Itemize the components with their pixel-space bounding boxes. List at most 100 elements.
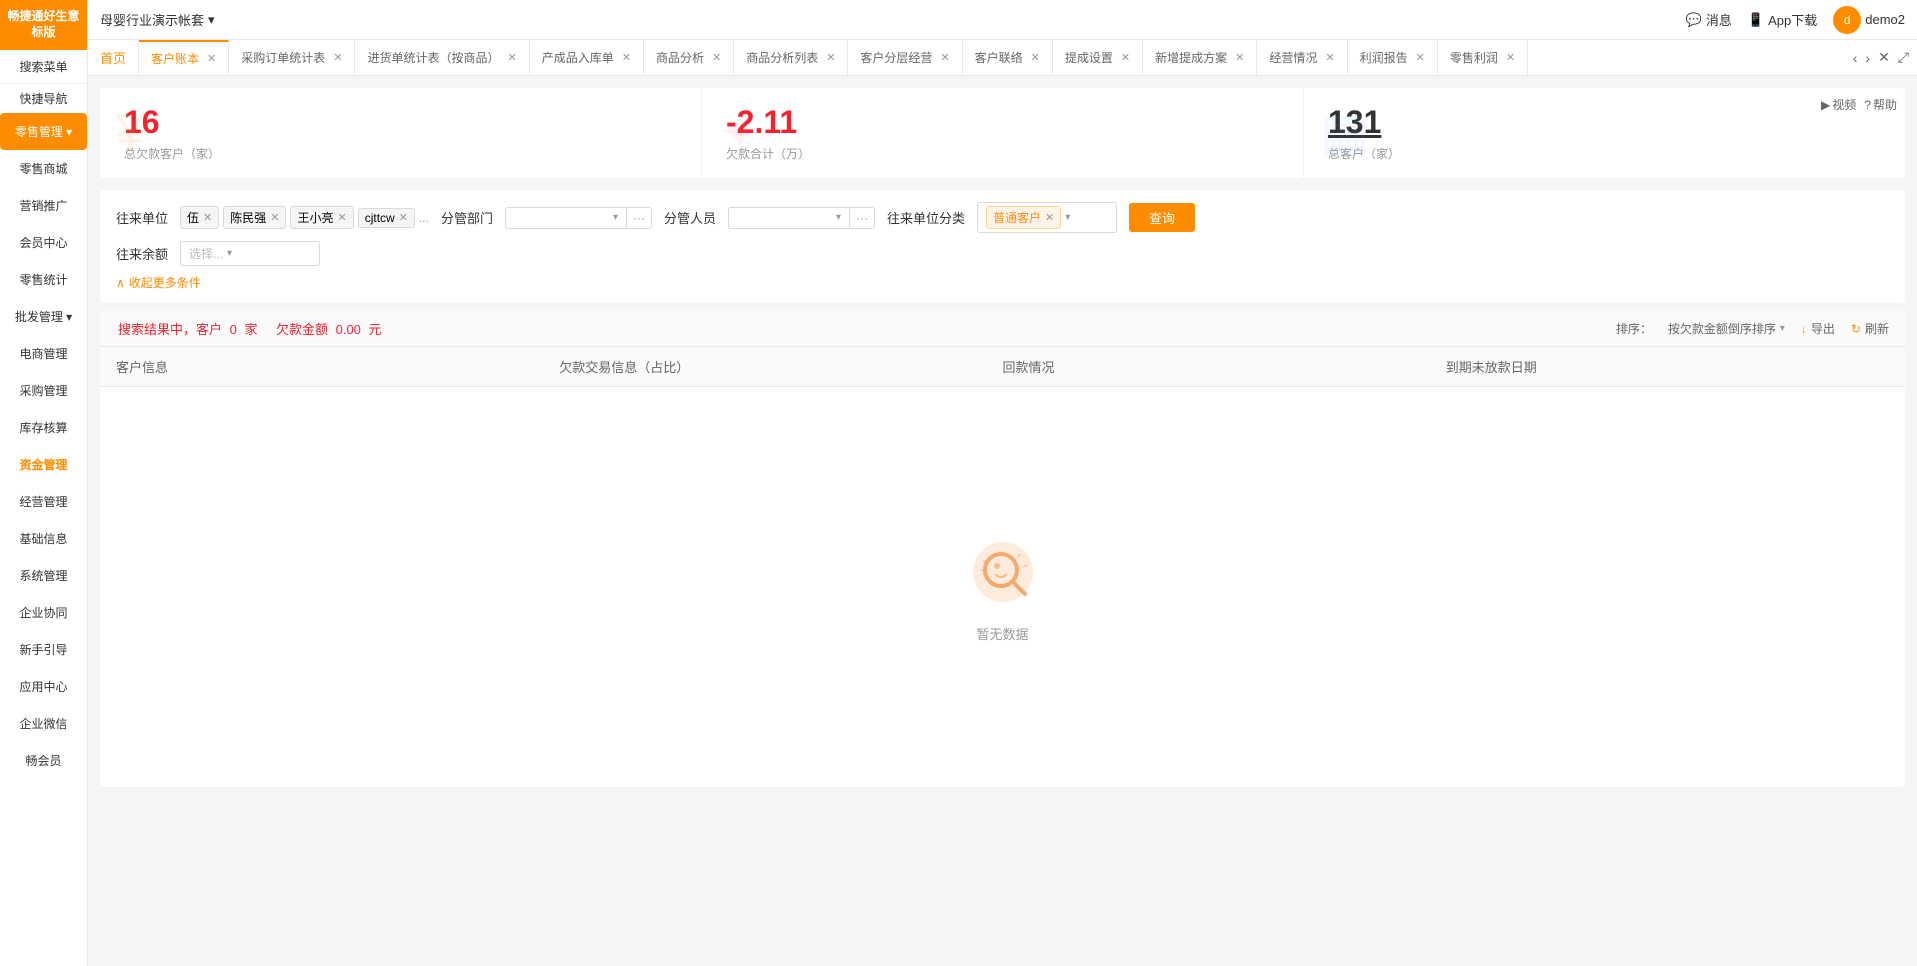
filter-dept-inner[interactable]: ▾ xyxy=(506,209,626,226)
sidebar: 畅捷通好生意 标版 搜索菜单 快捷导航 零售管理 ▾ 零售商城 营销推广 会员中… xyxy=(0,0,88,966)
sidebar-item-app-center[interactable]: 应用中心 xyxy=(0,668,87,705)
tab-purchase-order-close[interactable]: ✕ xyxy=(333,51,342,64)
tab-customer-tier-close[interactable]: ✕ xyxy=(940,51,949,64)
stat-card-customers: ¥ 16 总欠款客户（家） xyxy=(100,88,702,178)
result-sort-select[interactable]: 按欠款金额倒序排序 ▾ xyxy=(1668,320,1785,337)
filter-tag-chen-label: 陈民强 xyxy=(230,209,266,226)
tab-customer-contact-label: 客户联络 xyxy=(975,49,1023,66)
sidebar-item-member[interactable]: 会员中心 xyxy=(0,224,87,261)
tab-inbound-stats-label: 进货单统计表（按商品） xyxy=(367,49,499,66)
filter-person-dots[interactable]: ··· xyxy=(849,208,874,228)
sidebar-item-ecommerce[interactable]: 电商管理 xyxy=(0,335,87,372)
refresh-button[interactable]: ↻ 刷新 xyxy=(1851,320,1889,337)
export-button[interactable]: ↓ 导出 xyxy=(1801,320,1835,337)
filter-tag-wang-remove[interactable]: ✕ xyxy=(338,211,347,224)
tab-product-analysis-label: 商品分析 xyxy=(656,49,704,66)
sidebar-item-quick-nav[interactable]: 快捷导航 xyxy=(0,84,87,113)
result-debt-unit: 元 xyxy=(369,322,382,337)
tab-inbound-stats[interactable]: 进货单统计表（按商品） ✕ xyxy=(355,40,529,75)
query-button[interactable]: 查询 xyxy=(1129,203,1195,232)
tab-inbound-stats-close[interactable]: ✕ xyxy=(508,51,517,64)
sidebar-item-enterprise[interactable]: 企业协同 xyxy=(0,594,87,631)
tab-customer-tier[interactable]: 客户分层经营 ✕ xyxy=(848,40,962,75)
sidebar-item-enterprise-wechat[interactable]: 企业微信 xyxy=(0,705,87,742)
tab-customer-book-close[interactable]: ✕ xyxy=(207,52,216,65)
tab-product-analysis-list[interactable]: 商品分析列表 ✕ xyxy=(734,40,848,75)
tab-product-analysis[interactable]: 商品分析 ✕ xyxy=(644,40,734,75)
message-button[interactable]: 💬 消息 xyxy=(1686,10,1732,29)
tab-product-inbound[interactable]: 产成品入库单 ✕ xyxy=(530,40,644,75)
filter-row-2: 往来余额 选择... ▾ xyxy=(116,241,1889,266)
collapse-button[interactable]: ∧ 收起更多条件 xyxy=(116,274,1889,291)
result-bar: 搜索结果中，客户 0 家 欠款金额 0.00 元 排序： 按欠款金额倒序排序 ▾ xyxy=(100,311,1905,347)
filter-tag-cjttcw-remove[interactable]: ✕ xyxy=(399,211,408,224)
tab-purchase-order[interactable]: 采购订单统计表 ✕ xyxy=(229,40,355,75)
sidebar-item-newbie[interactable]: 新手引导 xyxy=(0,631,87,668)
tab-new-raise-close[interactable]: ✕ xyxy=(1235,51,1244,64)
tab-profit-report-close[interactable]: ✕ xyxy=(1416,51,1425,64)
tab-customer-contact-close[interactable]: ✕ xyxy=(1031,51,1040,64)
tab-operations-close[interactable]: ✕ xyxy=(1325,51,1334,64)
filter-tag-wu-remove[interactable]: ✕ xyxy=(203,211,212,224)
sidebar-item-purchase[interactable]: 采购管理 xyxy=(0,372,87,409)
result-actions: 排序： 按欠款金额倒序排序 ▾ ↓ 导出 ↻ 刷新 xyxy=(1616,320,1889,337)
filter-tag-chen-remove[interactable]: ✕ xyxy=(270,211,279,224)
tab-home[interactable]: 首页 xyxy=(88,40,139,75)
result-sort-label: 按欠款金额倒序排序 xyxy=(1668,320,1776,337)
filter-unit-label: 往来单位 xyxy=(116,208,168,227)
tab-product-analysis-list-close[interactable]: ✕ xyxy=(826,51,835,64)
sidebar-item-retail-mgmt[interactable]: 零售管理 ▾ xyxy=(0,113,87,150)
result-debt-value: 0.00 xyxy=(336,322,361,337)
sidebar-item-operations-mgmt[interactable]: 经营管理 xyxy=(0,483,87,520)
help-button[interactable]: ? 帮助 xyxy=(1864,96,1897,113)
tab-customer-contact[interactable]: 客户联络 ✕ xyxy=(963,40,1053,75)
tab-close-all-button[interactable]: ✕ xyxy=(1878,49,1890,66)
filter-dept-dots[interactable]: ··· xyxy=(626,208,651,228)
sidebar-item-retail-shop[interactable]: 零售商城 xyxy=(0,150,87,187)
user-name: demo2 xyxy=(1865,12,1905,27)
stat-icon-2: ✦ xyxy=(718,103,762,163)
filter-person-select[interactable]: ▾ ··· xyxy=(728,207,875,229)
sidebar-item-basic-info[interactable]: 基础信息 xyxy=(0,520,87,557)
tab-operations[interactable]: 经营情况 ✕ xyxy=(1257,40,1347,75)
video-button[interactable]: ▶ 视频 xyxy=(1821,96,1856,113)
filter-unit-type-tag-remove[interactable]: ✕ xyxy=(1045,211,1054,224)
tab-new-raise[interactable]: 新增提成方案 ✕ xyxy=(1143,40,1257,75)
tab-raise-settings-close[interactable]: ✕ xyxy=(1121,51,1130,64)
tab-raise-settings-label: 提成设置 xyxy=(1065,49,1113,66)
app-download-button[interactable]: 📱 App下载 xyxy=(1748,10,1817,29)
tab-next-button[interactable]: › xyxy=(1865,50,1870,66)
sidebar-item-retail-stats[interactable]: 零售统计 xyxy=(0,261,87,298)
export-icon: ↓ xyxy=(1801,322,1807,336)
sidebar-item-inventory[interactable]: 库存核算 xyxy=(0,409,87,446)
tab-retail-profit[interactable]: 零售利润 ✕ xyxy=(1438,40,1528,75)
org-dropdown-icon[interactable]: ▾ xyxy=(208,12,215,28)
tab-new-raise-label: 新增提成方案 xyxy=(1155,49,1227,66)
sidebar-item-member-plus[interactable]: 畅会员 xyxy=(0,742,87,779)
filter-unit-type-select[interactable]: 普通客户 ✕ ▾ xyxy=(977,202,1117,233)
tab-expand-button[interactable]: ⤢ xyxy=(1898,49,1909,66)
sidebar-item-wholesale-mgmt[interactable]: 批发管理 ▾ xyxy=(0,298,87,335)
org-selector[interactable]: 母婴行业演示帐套 ▾ xyxy=(100,10,215,29)
tab-raise-settings[interactable]: 提成设置 ✕ xyxy=(1053,40,1143,75)
filter-dept-select[interactable]: ▾ ··· xyxy=(505,207,652,229)
filter-person-inner[interactable]: ▾ xyxy=(729,209,849,226)
filter-unit-type-tag: 普通客户 ✕ xyxy=(986,206,1061,229)
col-header-due-date: 到期未放款日期 xyxy=(1446,357,1889,376)
user-profile[interactable]: d demo2 xyxy=(1833,6,1905,34)
sidebar-item-system[interactable]: 系统管理 xyxy=(0,557,87,594)
tab-retail-profit-close[interactable]: ✕ xyxy=(1506,51,1515,64)
sidebar-item-finance[interactable]: 资金管理 xyxy=(0,446,87,483)
tab-operations-label: 经营情况 xyxy=(1269,49,1317,66)
sidebar-item-marketing[interactable]: 营销推广 xyxy=(0,187,87,224)
tab-product-inbound-close[interactable]: ✕ xyxy=(622,51,631,64)
filter-remaining-select[interactable]: 选择... ▾ xyxy=(180,241,320,266)
tab-profit-report[interactable]: 利润报告 ✕ xyxy=(1348,40,1438,75)
tab-prev-button[interactable]: ‹ xyxy=(1853,50,1858,66)
filter-remaining-arrow: ▾ xyxy=(227,248,232,259)
tab-product-analysis-close[interactable]: ✕ xyxy=(712,51,721,64)
stat-icon-3: ▦ xyxy=(1320,103,1369,163)
tab-customer-book[interactable]: 客户账本 ✕ xyxy=(139,40,229,75)
filter-unit-more[interactable]: ... xyxy=(419,211,429,225)
sidebar-item-search[interactable]: 搜索菜单 xyxy=(0,50,87,84)
